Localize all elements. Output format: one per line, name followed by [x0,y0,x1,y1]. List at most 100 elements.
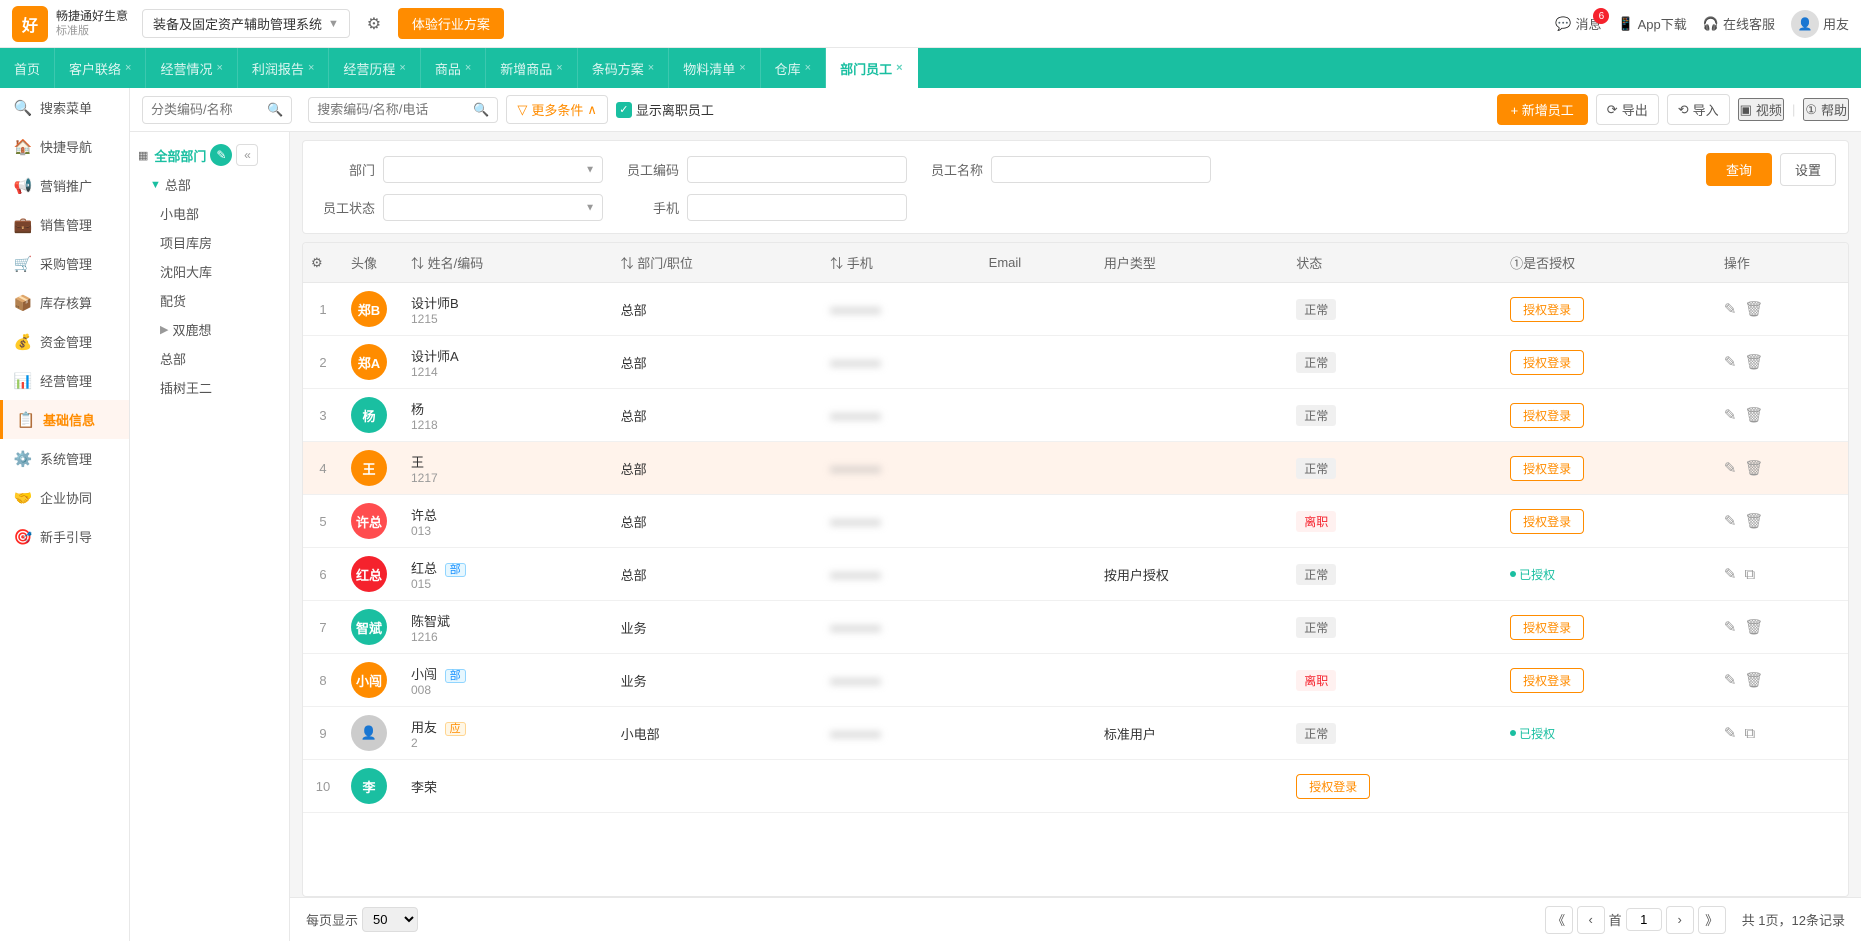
classify-search-input[interactable] [151,102,261,117]
edit-icon[interactable]: ✎ [1724,300,1737,318]
sidebar-item-search[interactable]: 🔍 搜索菜单 [0,88,129,127]
sidebar-item-nav[interactable]: 🏠 快捷导航 [0,127,129,166]
tab-profit[interactable]: 利润报告 × [238,48,329,88]
user-info[interactable]: 👤 用友 [1791,10,1849,38]
delete-icon[interactable]: 🗑 [1744,353,1763,371]
query-button[interactable]: 查询 [1706,153,1772,186]
tab-materials[interactable]: 物料清单 × [669,48,760,88]
tab-department[interactable]: 部门员工 × [826,48,917,88]
authorize-button[interactable]: 授权登录 [1510,403,1584,428]
online-service-button[interactable]: 🎧 在线客服 [1703,14,1775,33]
close-icon[interactable]: × [648,62,654,74]
tab-customer[interactable]: 客户联络 × [55,48,146,88]
filter-settings-button[interactable]: 设置 [1780,153,1836,186]
sidebar-item-purchase[interactable]: 🛒 采购管理 [0,244,129,283]
last-page-button[interactable]: 》 [1698,906,1726,934]
close-icon[interactable]: × [216,62,222,74]
copy-icon[interactable]: ⧉ [1744,725,1755,742]
dept-node-double[interactable]: ▶ 双鹿想 [130,315,289,344]
edit-icon[interactable]: ✎ [1724,459,1737,477]
dept-node-head[interactable]: ▼ 总部 [130,170,289,199]
authorize-button[interactable]: 授权登录 [1510,668,1584,693]
edit-icon[interactable]: ✎ [1724,512,1737,530]
sidebar-item-guide[interactable]: 🎯 新手引导 [0,517,129,556]
delete-icon[interactable]: 🗑 [1744,300,1763,318]
tab-warehouse[interactable]: 仓库 × [761,48,826,88]
add-employee-button[interactable]: + 新增员工 [1497,94,1588,125]
dept-node-general[interactable]: 总部 [130,344,289,373]
employee-code-input[interactable] [687,156,907,183]
tab-home[interactable]: 首页 [0,48,55,88]
collapse-button[interactable]: « [236,144,258,166]
edit-icon[interactable]: ✎ [1724,724,1737,742]
close-icon[interactable]: × [465,62,471,74]
close-icon[interactable]: × [125,62,131,74]
delete-icon[interactable]: 🗑 [1744,406,1763,424]
sidebar-item-basic[interactable]: 📋 基础信息 [0,400,129,439]
close-icon[interactable]: × [308,62,314,74]
authorize-button[interactable]: 授权登录 [1510,297,1584,322]
more-filter-button[interactable]: ▽ 更多条件 ∧ [506,95,608,124]
dept-node-small-elec[interactable]: 小电部 [130,199,289,228]
authorize-button[interactable]: 授权登录 [1296,774,1370,799]
close-icon[interactable]: × [399,62,405,74]
close-icon[interactable]: × [739,62,745,74]
sidebar-item-finance[interactable]: 💰 资金管理 [0,322,129,361]
dept-node-project[interactable]: 项目库房 [130,228,289,257]
view-button[interactable]: ▣ 视频 [1738,98,1784,121]
app-download-button[interactable]: 📱 App下载 [1617,14,1686,33]
tab-process[interactable]: 经营历程 × [329,48,420,88]
first-page-button[interactable]: 《 [1545,906,1573,934]
dept-select[interactable] [383,156,603,183]
edit-icon[interactable]: ✎ [1724,353,1737,371]
all-dept-label[interactable]: 全部部门 [154,146,206,165]
page-number-input[interactable] [1626,908,1662,931]
authorize-button[interactable]: 授权登录 [1510,615,1584,640]
sidebar-item-sales[interactable]: 💼 销售管理 [0,205,129,244]
trial-button[interactable]: 体验行业方案 [398,8,504,39]
dept-node-plant[interactable]: 插树王二 [130,373,289,402]
employee-search-input[interactable] [317,102,467,117]
phone-input[interactable] [687,194,907,221]
export-button[interactable]: ⟳ 导出 [1596,94,1659,125]
sidebar-item-system[interactable]: ⚙️ 系统管理 [0,439,129,478]
help-button[interactable]: ① 帮助 [1803,98,1849,121]
authorize-button[interactable]: 授权登录 [1510,509,1584,534]
prev-page-button[interactable]: ‹ [1577,906,1605,934]
tab-barcode[interactable]: 条码方案 × [578,48,669,88]
page-size-select[interactable]: 50 100 200 [362,907,418,932]
authorize-button[interactable]: 授权登录 [1510,350,1584,375]
sidebar-item-inventory[interactable]: 📦 库存核算 [0,283,129,322]
next-page-button[interactable]: › [1666,906,1694,934]
dept-node-shenyang[interactable]: 沈阳大库 [130,257,289,286]
settings-button[interactable]: ⚙ [358,8,390,40]
authorize-button[interactable]: 授权登录 [1510,456,1584,481]
dept-node-distribution[interactable]: 配货 [130,286,289,315]
delete-icon[interactable]: 🗑 [1744,671,1763,689]
message-button[interactable]: 💬 消息 6 [1555,14,1601,33]
system-name-box[interactable]: 装备及固定资产辅助管理系统 ▼ [142,9,350,38]
copy-icon[interactable]: ⧉ [1744,566,1755,583]
close-icon[interactable]: × [556,62,562,74]
settings-icon[interactable]: ⚙ [311,255,323,270]
edit-icon[interactable]: ✎ [1724,618,1737,636]
edit-icon[interactable]: ✎ [1724,565,1737,583]
show-resigned-toggle[interactable]: ✓ 显示离职员工 [616,100,714,119]
sidebar-item-operation[interactable]: 📊 经营管理 [0,361,129,400]
dept-edit-button[interactable]: ✎ [210,144,232,166]
sidebar-item-marketing[interactable]: 📢 营销推广 [0,166,129,205]
sidebar-item-collab[interactable]: 🤝 企业协同 [0,478,129,517]
status-select[interactable] [383,194,603,221]
import-button[interactable]: ⟲ 导入 [1667,94,1730,125]
tab-business[interactable]: 经营情况 × [146,48,237,88]
tab-new-goods[interactable]: 新增商品 × [486,48,577,88]
close-icon[interactable]: × [805,62,811,74]
delete-icon[interactable]: 🗑 [1744,618,1763,636]
edit-icon[interactable]: ✎ [1724,406,1737,424]
tab-goods[interactable]: 商品 × [421,48,486,88]
delete-icon[interactable]: 🗑 [1744,459,1763,477]
close-icon[interactable]: × [896,62,902,74]
delete-icon[interactable]: 🗑 [1744,512,1763,530]
employee-name-input[interactable] [991,156,1211,183]
edit-icon[interactable]: ✎ [1724,671,1737,689]
